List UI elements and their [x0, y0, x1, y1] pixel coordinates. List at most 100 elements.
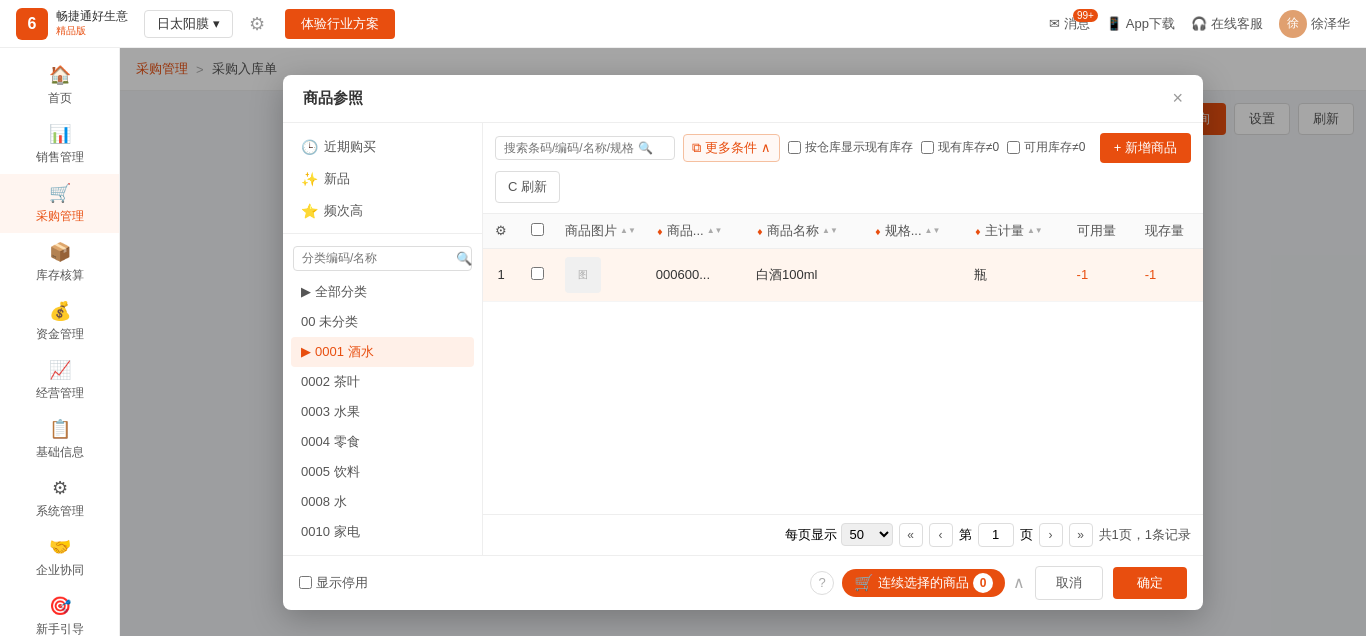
col-check[interactable] — [519, 214, 555, 249]
home-icon: 🏠 — [49, 64, 71, 86]
sidebar-item-finance[interactable]: 💰 资金管理 — [0, 292, 119, 351]
cart-count: 0 — [973, 573, 993, 593]
refresh-button[interactable]: C 刷新 — [495, 171, 560, 203]
sidebar-item-purchase[interactable]: 🛒 采购管理 — [0, 174, 119, 233]
sidebar-label: 首页 — [48, 90, 72, 107]
category-snacks[interactable]: 0004 零食 — [291, 427, 474, 457]
cancel-button[interactable]: 取消 — [1035, 566, 1103, 600]
sort-icon: ▲▼ — [1027, 227, 1043, 235]
modal-close-button[interactable]: × — [1172, 89, 1183, 107]
sort-flag: ⬧ — [874, 223, 882, 238]
category-all[interactable]: ▶ 全部分类 — [291, 277, 474, 307]
prev-page-button[interactable]: ‹ — [929, 523, 953, 547]
modal-title: 商品参照 — [303, 89, 363, 108]
chevron-up-icon: ∧ — [761, 140, 771, 155]
nonzero-available-checkbox[interactable]: 可用库存≠0 — [1007, 139, 1085, 156]
row-checkbox-cell[interactable] — [519, 248, 555, 301]
category-list: ▶ 全部分类 00 未分类 ▶ 0001 酒水 0002 茶 — [283, 277, 482, 547]
modal-header: 商品参照 × — [283, 75, 1203, 123]
col-unit-header[interactable]: ⬧ 主计量 ▲▼ — [964, 214, 1067, 249]
category-alcohol[interactable]: ▶ 0001 酒水 — [291, 337, 474, 367]
col-code-header[interactable]: ⬧ 商品... ▲▼ — [646, 214, 746, 249]
collapse-icon[interactable]: ∧ — [1013, 573, 1025, 592]
sidebar-item-inventory[interactable]: 📦 库存核算 — [0, 233, 119, 292]
page-number-input[interactable] — [978, 523, 1014, 547]
cart-icon: 🛒 — [854, 573, 874, 592]
modal-pagination: 每页显示 50 10 20 100 « ‹ 第 — [483, 514, 1203, 555]
recent-purchase-tab[interactable]: 🕒 近期购买 — [291, 131, 474, 163]
category-appliances[interactable]: 0010 家电 — [291, 517, 474, 547]
sidebar-label: 基础信息 — [36, 444, 84, 461]
nonzero-inventory-input[interactable] — [921, 141, 934, 154]
cart-button[interactable]: 🛒 连续选择的商品 0 — [842, 569, 1005, 597]
sidebar-item-sales[interactable]: 📊 销售管理 — [0, 115, 119, 174]
page-size-select[interactable]: 每页显示 50 10 20 100 — [785, 523, 893, 546]
show-disabled-checkbox[interactable]: 显示停用 — [299, 574, 368, 592]
nav-selector[interactable]: 日太阳膜 ▾ — [144, 10, 233, 38]
user-avatar[interactable]: 徐 徐泽华 — [1279, 10, 1350, 38]
sidebar-label: 企业协同 — [36, 562, 84, 579]
notification-item[interactable]: ✉ 消息 99+ — [1049, 15, 1090, 33]
app-download-item[interactable]: 📱 App下载 — [1106, 15, 1175, 33]
notification-badge: 99+ — [1073, 9, 1098, 22]
category-water[interactable]: 0008 水 — [291, 487, 474, 517]
online-service-item[interactable]: 🎧 在线客服 — [1191, 15, 1263, 33]
select-all-checkbox[interactable] — [531, 223, 544, 236]
product-search-box[interactable]: 🔍 — [495, 136, 675, 160]
category-fruit[interactable]: 0003 水果 — [291, 397, 474, 427]
purchase-icon: 🛒 — [49, 182, 71, 204]
new-products-tab[interactable]: ✨ 新品 — [291, 163, 474, 195]
row-code-cell: 000600... — [646, 248, 746, 301]
content-area: 采购管理 > 采购入库单 查询 设置 刷新 商品参照 × — [120, 48, 1366, 636]
product-search-input[interactable] — [504, 141, 634, 155]
sidebar-item-enterprise[interactable]: 🤝 企业协同 — [0, 528, 119, 587]
col-stock-header: 现存量 — [1135, 214, 1203, 249]
row-image-cell: 图 — [555, 248, 646, 301]
page-size-dropdown[interactable]: 50 10 20 100 — [841, 523, 893, 546]
trial-button[interactable]: 体验行业方案 — [285, 9, 395, 39]
show-inventory-checkbox[interactable]: 按仓库显示现有库存 — [788, 139, 913, 156]
help-button[interactable]: ? — [810, 571, 834, 595]
frequent-tab[interactable]: ⭐ 频次高 — [291, 195, 474, 227]
filter-button[interactable]: ⧉ 更多条件 ∧ — [683, 134, 780, 162]
cart-label: 连续选择的商品 — [878, 574, 969, 592]
confirm-button[interactable]: 确定 — [1113, 567, 1187, 599]
show-inventory-input[interactable] — [788, 141, 801, 154]
new-icon: ✨ — [301, 171, 318, 187]
sidebar-label: 资金管理 — [36, 326, 84, 343]
info-icon: 📋 — [49, 418, 71, 440]
next-page-button[interactable]: › — [1039, 523, 1063, 547]
nonzero-inventory-checkbox[interactable]: 现有库存≠0 — [921, 139, 999, 156]
guide-icon: 🎯 — [49, 595, 71, 617]
col-name-header[interactable]: ⬧ 商品名称 ▲▼ — [746, 214, 864, 249]
sidebar-item-basic-info[interactable]: 📋 基础信息 — [0, 410, 119, 469]
enterprise-icon: 🤝 — [49, 536, 71, 558]
sidebar-item-guide[interactable]: 🎯 新手引导 — [0, 587, 119, 636]
category-beverages[interactable]: 0005 饮料 — [291, 457, 474, 487]
add-product-button[interactable]: + 新增商品 — [1100, 133, 1191, 163]
table-row[interactable]: 1 图 000600... 白酒100ml — [483, 248, 1203, 301]
left-tabs: 🕒 近期购买 ✨ 新品 ⭐ 频次高 — [283, 131, 482, 227]
arrow-icon: ▶ — [301, 344, 311, 359]
sidebar-item-home[interactable]: 🏠 首页 — [0, 56, 119, 115]
headset-icon: 🎧 — [1191, 16, 1207, 31]
first-page-button[interactable]: « — [899, 523, 923, 547]
modal-overlay: 商品参照 × 🕒 近期购买 ✨ 新 — [120, 48, 1366, 636]
col-spec-header[interactable]: ⬧ 规格... ▲▼ — [864, 214, 964, 249]
category-search-input[interactable] — [302, 251, 452, 265]
modal-right-panel: 🔍 ⧉ 更多条件 ∧ 按仓库显示现有库存 — [483, 123, 1203, 555]
category-search[interactable]: 🔍 — [293, 246, 472, 271]
category-uncategorized[interactable]: 00 未分类 — [291, 307, 474, 337]
gear-icon[interactable]: ⚙ — [241, 8, 273, 40]
sidebar-label: 经营管理 — [36, 385, 84, 402]
nonzero-available-input[interactable] — [1007, 141, 1020, 154]
filter-icon: ⧉ — [692, 140, 701, 156]
col-gear[interactable]: ⚙ — [483, 214, 519, 249]
sidebar-item-operations[interactable]: 📈 经营管理 — [0, 351, 119, 410]
category-tea[interactable]: 0002 茶叶 — [291, 367, 474, 397]
show-disabled-input[interactable] — [299, 576, 312, 589]
row-checkbox[interactable] — [531, 267, 544, 280]
last-page-button[interactable]: » — [1069, 523, 1093, 547]
sort-flag: ⬧ — [974, 223, 982, 238]
sidebar-item-system[interactable]: ⚙ 系统管理 — [0, 469, 119, 528]
